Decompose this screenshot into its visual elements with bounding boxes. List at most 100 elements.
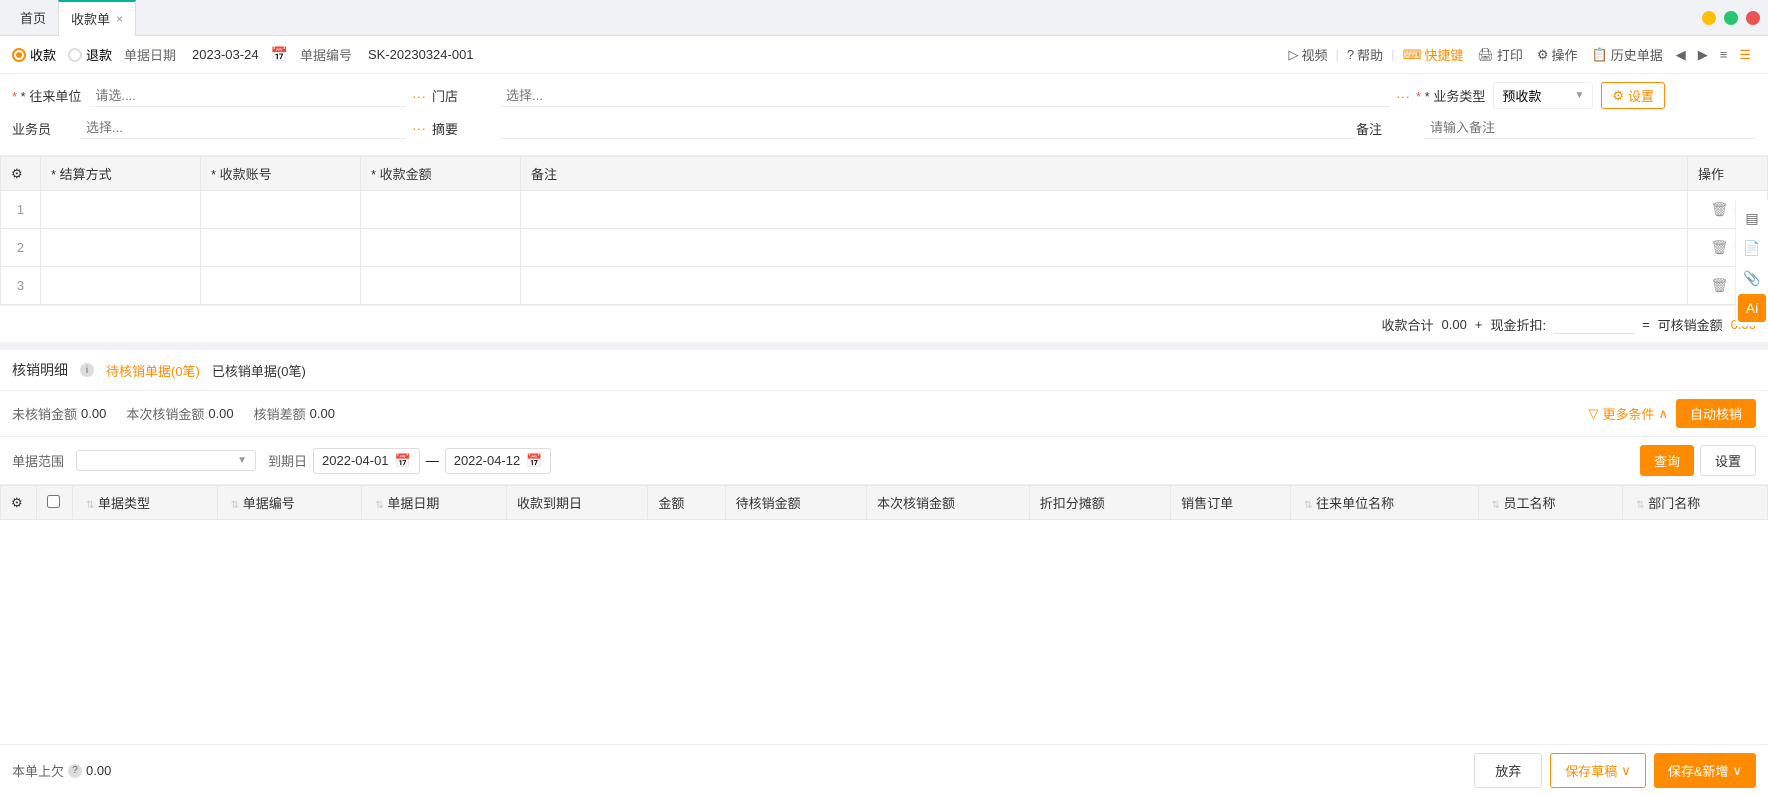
radio-refund[interactable]: 退款 [68,45,112,64]
receipt-type-group: 收款 退款 [12,45,112,64]
radio-refund-circle [68,48,82,62]
staff-more-btn[interactable]: ··· [406,120,432,136]
date-value[interactable]: 2023-03-24 [192,47,259,62]
save-draft-button[interactable]: 保存草稿 ∨ [1550,753,1646,788]
partner-more-btn[interactable]: ··· [406,88,432,104]
layout-active-icon[interactable]: ☰ [1734,44,1756,66]
toolbar-shortcut-label: 快捷键 [1424,45,1463,64]
row-3-account[interactable] [201,267,361,305]
sort-icon-2: ⇅ [231,500,239,511]
row-3-delete-icon[interactable]: 🗑 [1711,277,1729,294]
more-conditions-btn[interactable]: ▽ 更多条件 ∧ [1588,404,1668,423]
row-2-delete-icon[interactable]: 🗑 [1711,239,1729,256]
save-new-button[interactable]: 保存&新增 ∨ [1654,753,1756,788]
date-to-cal-icon[interactable]: 📅 [526,453,542,469]
shop-input[interactable] [500,85,1390,107]
row-2-num: 2 [1,229,41,267]
window-minimize[interactable] [1702,11,1716,25]
filter-range-select[interactable]: ▼ [76,450,256,471]
notes-input[interactable] [1424,117,1756,139]
col-discount: 折扣分摊额 [1029,486,1170,520]
bottom-info-icon[interactable]: ? [68,764,82,778]
row-3-settle[interactable] [41,267,201,305]
shop-more-btn[interactable]: ··· [1390,88,1416,104]
diff-value: 0.00 [310,406,335,421]
biz-type-field: * 业务类型 预收款 ▼ ⚙ 设置 [1416,82,1756,109]
detail-table-wrapper[interactable]: ⚙ ⇅ 单据类型 ⇅ 单据编号 [0,485,1768,744]
verify-stats: 未核销金额 0.00 本次核销金额 0.00 核销差额 0.00 ▽ 更多条件 … [0,391,1768,437]
toolbar-ops-btn[interactable]: ⚙ 操作 [1531,42,1584,67]
toolbar-shortcut-btn[interactable]: ⌨ 快捷键 [1397,42,1470,67]
nav-prev-icon[interactable]: ◀ [1671,44,1691,66]
verify-done-tab[interactable]: 已核销单据(0笔) [212,361,306,380]
row-3-notes[interactable] [521,267,1688,305]
summary-input[interactable] [500,117,1356,139]
auto-verify-button[interactable]: 自动核销 [1676,399,1756,428]
date-from-input[interactable]: 2022-04-01 📅 [313,448,420,474]
right-sidebar: ▤ 📄 📎 Ai [1735,200,1768,326]
partner-input[interactable] [89,85,406,107]
window-maximize[interactable] [1724,11,1738,25]
col-notes-header: 备注 [521,157,1688,191]
date-from-value: 2022-04-01 [322,453,389,468]
detail-checkbox-header[interactable] [37,486,73,520]
tab-home[interactable]: 首页 [8,0,58,36]
row-2-account[interactable] [201,229,361,267]
row-1-delete-icon[interactable]: 🗑 [1711,201,1729,218]
biz-type-select[interactable]: 预收款 ▼ [1493,82,1593,109]
row-2-settle[interactable] [41,229,201,267]
window-close[interactable] [1746,11,1760,25]
row-1-settle[interactable] [41,191,201,229]
layout-icon[interactable]: ≡ [1715,44,1733,65]
row-2-notes[interactable] [521,229,1688,267]
row-1-notes[interactable] [521,191,1688,229]
calendar-icon[interactable]: 📅 [271,46,288,63]
discount-input[interactable] [1554,314,1634,334]
filter-settings-button[interactable]: 设置 [1700,445,1756,476]
col-account-header: * 收款账号 [201,157,361,191]
tab-receipt[interactable]: 收款单 × [58,0,136,36]
query-button[interactable]: 查询 [1640,445,1694,476]
toolbar-video-btn[interactable]: ▷ 视频 [1283,42,1334,67]
save-new-label: 保存&新增 [1668,761,1729,780]
diff-label: 核销差额 [254,404,306,423]
toolbar-print-btn[interactable]: 🖨 打印 [1471,42,1529,67]
date-to-input[interactable]: 2022-04-12 📅 [445,448,552,474]
date-from-cal-icon[interactable]: 📅 [395,453,411,469]
settings-gear-icon: ⚙ [1612,88,1624,104]
detail-gear-header[interactable]: ⚙ [1,486,37,520]
row-2-amount[interactable] [361,229,521,267]
bottom-value: 0.00 [86,763,111,778]
sidebar-table-icon[interactable]: ▤ [1738,204,1766,232]
discard-button[interactable]: 放弃 [1474,753,1542,788]
window-controls [1702,11,1760,25]
table-gear-icon[interactable]: ⚙ [11,166,23,181]
toolbar-help-btn[interactable]: ? 帮助 [1341,42,1389,67]
col-amount: 金额 [648,486,725,520]
sidebar-doc-icon[interactable]: 📄 [1738,234,1766,262]
table-settings-header[interactable]: ⚙ [1,157,41,191]
bottom-info: 本单上欠 ? 0.00 [12,761,111,780]
detail-select-all[interactable] [47,495,60,508]
settings-button[interactable]: ⚙ 设置 [1601,82,1665,109]
detail-gear-icon[interactable]: ⚙ [11,495,23,510]
verify-pending-tab[interactable]: 待核销单据(0笔) [106,361,200,380]
nav-next-icon[interactable]: ▶ [1693,44,1713,66]
sidebar-ai-icon[interactable]: Ai [1738,294,1766,322]
date-range: 到期日 2022-04-01 📅 — 2022-04-12 📅 [268,448,551,474]
col-action-header: 操作 [1688,157,1768,191]
summary-available-label: 可核销金额 [1658,315,1723,334]
tab-close-icon[interactable]: × [116,12,123,26]
verify-title: 核销明细 [12,360,68,380]
staff-input[interactable] [80,117,406,139]
radio-receive-circle [12,48,26,62]
top-toolbar: 收款 退款 单据日期 2023-03-24 📅 单据编号 SK-20230324… [0,36,1768,74]
sidebar-attach-icon[interactable]: 📎 [1738,264,1766,292]
row-1-amount[interactable] [361,191,521,229]
row-1-account[interactable] [201,191,361,229]
radio-receive-dot [16,52,22,58]
toolbar-history-btn[interactable]: 📋 历史单据 [1586,42,1669,67]
row-3-amount[interactable] [361,267,521,305]
radio-receive[interactable]: 收款 [12,45,56,64]
verify-info-icon[interactable]: i [80,363,94,377]
